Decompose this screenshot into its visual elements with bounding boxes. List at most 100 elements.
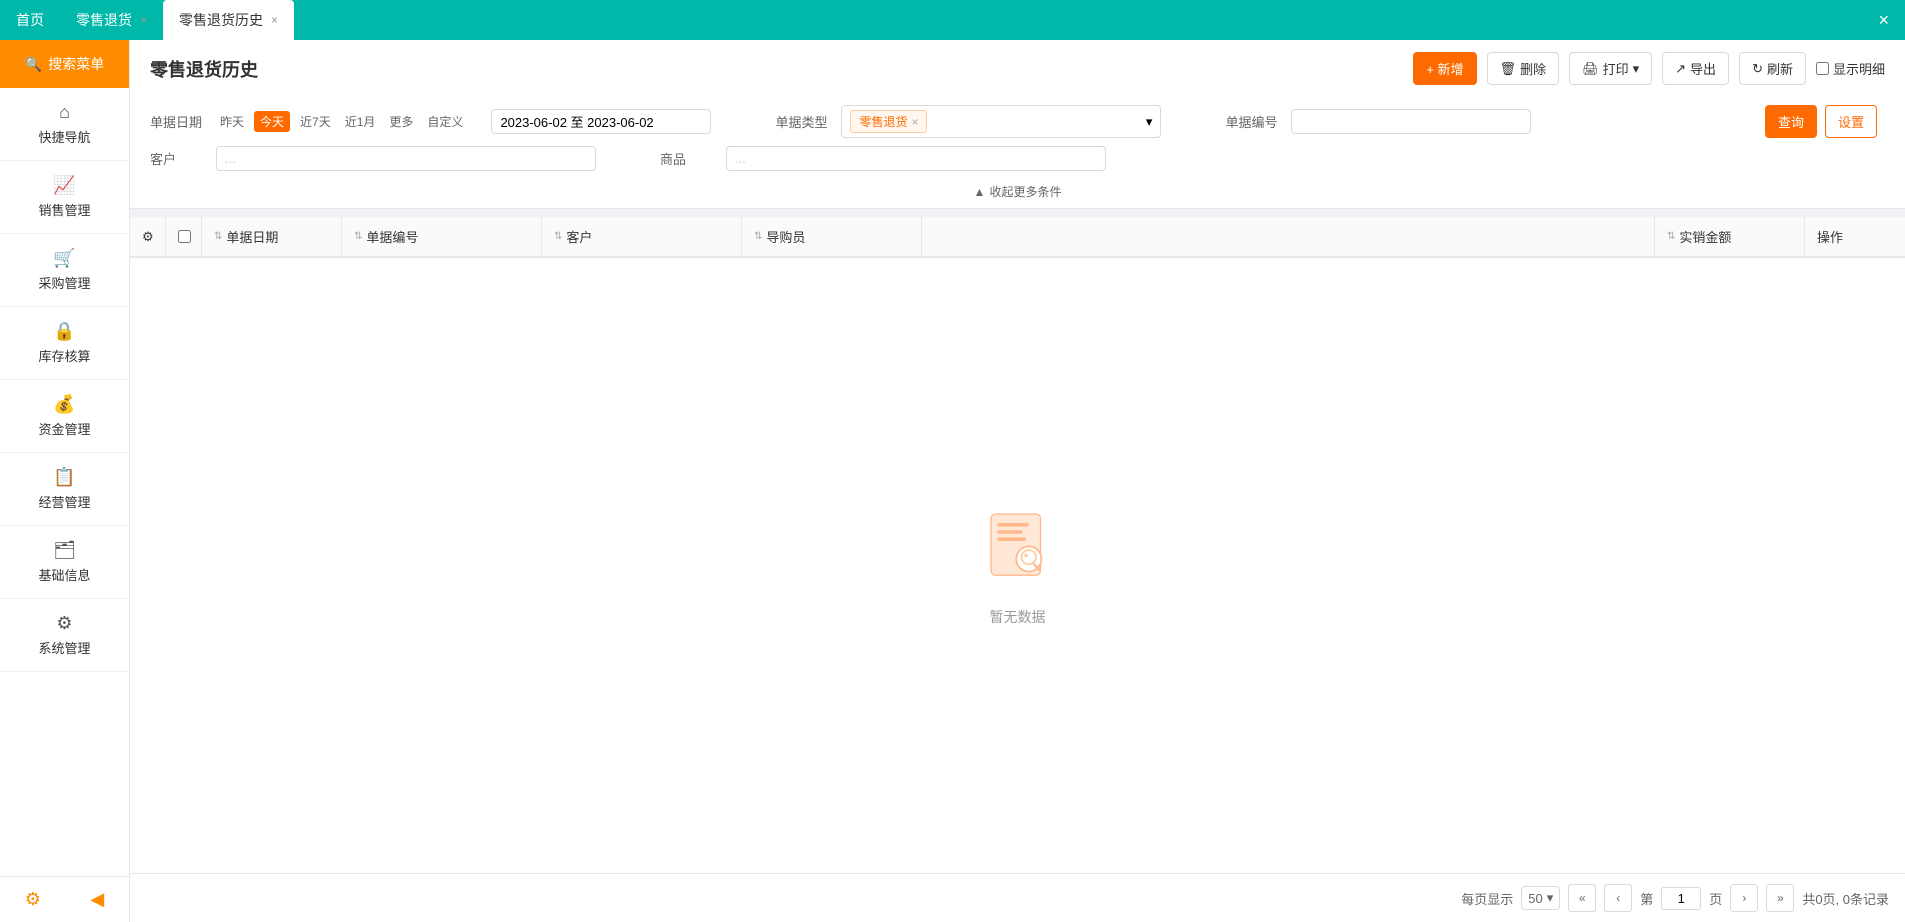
tab-home-label: 首页: [16, 10, 44, 30]
goods-label: 商品: [660, 149, 720, 168]
sidebar-item-operations[interactable]: 📋 经营管理: [0, 453, 129, 526]
collapse-row: ▲ 收起更多条件: [150, 179, 1885, 208]
date-label: 单据日期: [150, 112, 210, 131]
sidebar-item-purchase-mgmt[interactable]: 🛒 采购管理: [0, 234, 129, 307]
date-option-1month[interactable]: 近1月: [341, 111, 380, 132]
table-container: ⚙ ⇅ 单据日期 ⇅ 单据编号 ⇅ 客户 ⇅: [130, 217, 1905, 922]
add-button[interactable]: + 新增: [1413, 52, 1476, 85]
date-option-yesterday[interactable]: 昨天: [216, 111, 248, 132]
th-settings[interactable]: ⚙: [130, 217, 166, 256]
page-size-value: 50: [1528, 891, 1542, 906]
customer-select[interactable]: ...: [216, 146, 596, 171]
th-voucher-no: ⇅ 单据编号: [342, 217, 542, 256]
table-header: ⚙ ⇅ 单据日期 ⇅ 单据编号 ⇅ 客户 ⇅: [130, 217, 1905, 258]
sidebar-item-basic-info[interactable]: 🗂 基础信息: [0, 526, 129, 599]
last-page-button[interactable]: »: [1766, 884, 1794, 912]
refresh-label: 刷新: [1767, 59, 1793, 78]
print-icon: 🖨: [1582, 61, 1599, 77]
refresh-button[interactable]: ↻ 刷新: [1739, 52, 1806, 85]
collapse-sidebar-icon[interactable]: ◀: [90, 889, 104, 910]
sidebar-search-label: 搜索菜单: [48, 54, 104, 74]
sort-date-icon[interactable]: ⇅: [214, 231, 222, 242]
home-icon: ⌂: [59, 102, 70, 123]
th-amount-label: 实销金额: [1679, 227, 1731, 246]
page-actions: + 新增 🗑 删除 🖨 打印 ▾ ↗ 导出 ↻: [1413, 52, 1885, 85]
print-label: 打印: [1603, 59, 1629, 78]
close-tab-retail-return[interactable]: ×: [140, 13, 147, 27]
settings-bottom-icon[interactable]: ⚙: [25, 889, 41, 910]
first-page-button[interactable]: «: [1568, 884, 1596, 912]
type-select-dropdown-icon: ▾: [1146, 114, 1153, 130]
page-size-select[interactable]: 50 ▾: [1521, 886, 1560, 910]
prev-page-button[interactable]: ‹: [1604, 884, 1632, 912]
empty-text: 暂无数据: [990, 607, 1046, 627]
sidebar-item-system-mgmt[interactable]: ⚙ 系统管理: [0, 599, 129, 672]
show-detail-input[interactable]: [1816, 62, 1829, 75]
setting-button[interactable]: 设置: [1825, 105, 1877, 138]
type-tag-remove[interactable]: ×: [911, 115, 918, 129]
main-layout: 🔍 搜索菜单 ⌂ 快捷导航 📈 销售管理 🛒 采购管理 🔒 库存核算 💰 资金管…: [0, 40, 1905, 922]
th-checkbox[interactable]: [166, 217, 202, 256]
sidebar-item-sales-mgmt[interactable]: 📈 销售管理: [0, 161, 129, 234]
export-button[interactable]: ↗ 导出: [1662, 52, 1729, 85]
filter-customer: 客户 ...: [150, 146, 596, 171]
cart-icon: 🛒: [53, 248, 75, 269]
sidebar-item-sales-mgmt-label: 销售管理: [38, 200, 90, 219]
voucher-label: 单据编号: [1225, 112, 1285, 131]
delete-label: 删除: [1520, 59, 1546, 78]
th-guide-label: 导购员: [766, 227, 805, 246]
select-all-checkbox[interactable]: [178, 230, 191, 243]
page-header: 零售退货历史 + 新增 🗑 删除 🖨 打印 ▾ ↗ 导出: [130, 40, 1905, 209]
table-settings-icon[interactable]: ⚙: [142, 229, 154, 245]
sidebar-item-finance[interactable]: 💰 资金管理: [0, 380, 129, 453]
sidebar-item-inventory[interactable]: 🔒 库存核算: [0, 307, 129, 380]
sidebar-search[interactable]: 🔍 搜索菜单: [0, 40, 129, 88]
tab-retail-return[interactable]: 零售退货 ×: [60, 0, 163, 40]
page-title: 零售退货历史: [150, 56, 258, 82]
date-option-today[interactable]: 今天: [254, 111, 290, 132]
date-range-input[interactable]: [491, 109, 711, 134]
goods-select[interactable]: ...: [726, 146, 1106, 171]
tab-home[interactable]: 首页: [0, 0, 60, 40]
date-options: 昨天 今天 近7天 近1月 更多 自定义: [216, 111, 467, 132]
date-option-custom[interactable]: 自定义: [423, 111, 467, 132]
content-area: 零售退货历史 + 新增 🗑 删除 🖨 打印 ▾ ↗ 导出: [130, 40, 1905, 922]
filter-voucher: 单据编号: [1225, 109, 1531, 134]
sort-customer-icon[interactable]: ⇅: [554, 231, 562, 242]
filter-type: 单据类型 零售退货 × ▾: [775, 105, 1161, 138]
sort-voucher-icon[interactable]: ⇅: [354, 231, 362, 242]
delete-button[interactable]: 🗑 删除: [1487, 52, 1560, 85]
date-option-more[interactable]: 更多: [385, 111, 417, 132]
window-close-button[interactable]: ×: [1878, 10, 1905, 31]
filter-row-2: 客户 ... 商品 ...: [150, 146, 1885, 171]
page-label-prefix: 第: [1640, 889, 1653, 908]
page-title-row: 零售退货历史 + 新增 🗑 删除 🖨 打印 ▾ ↗ 导出: [150, 52, 1885, 85]
print-dropdown-icon: ▾: [1633, 61, 1640, 77]
next-page-button[interactable]: ›: [1730, 884, 1758, 912]
sidebar-item-inventory-label: 库存核算: [38, 346, 90, 365]
pagination: 每页显示 50 ▾ « ‹ 第 页 › » 共0页, 0条记录: [130, 873, 1905, 922]
collapse-button[interactable]: ▲ 收起更多条件: [974, 183, 1062, 200]
th-action: 操作: [1805, 217, 1905, 256]
page-number-input[interactable]: [1661, 887, 1701, 910]
th-action-label: 操作: [1817, 227, 1843, 246]
sort-amount-icon[interactable]: ⇅: [1667, 231, 1675, 242]
sidebar-bottom: ⚙ ◀: [0, 876, 129, 922]
date-option-7days[interactable]: 近7天: [296, 111, 335, 132]
sort-guide-icon[interactable]: ⇅: [754, 231, 762, 242]
lock-icon: 🔒: [53, 321, 75, 342]
finance-icon: 💰: [53, 394, 75, 415]
type-select[interactable]: 零售退货 × ▾: [841, 105, 1161, 138]
sidebar-item-quick-nav[interactable]: ⌂ 快捷导航: [0, 88, 129, 161]
refresh-icon: ↻: [1752, 61, 1763, 77]
voucher-input[interactable]: [1291, 109, 1531, 134]
close-tab-retail-return-history[interactable]: ×: [271, 13, 278, 27]
total-label: 共0页, 0条记录: [1802, 889, 1889, 908]
query-button[interactable]: 查询: [1765, 105, 1817, 138]
export-icon: ↗: [1675, 61, 1686, 77]
print-button[interactable]: 🖨 打印 ▾: [1569, 52, 1652, 85]
show-detail-checkbox[interactable]: 显示明细: [1816, 59, 1885, 78]
tab-retail-return-history-label: 零售退货历史: [179, 10, 263, 30]
th-date: ⇅ 单据日期: [202, 217, 342, 256]
tab-retail-return-history[interactable]: 零售退货历史 ×: [163, 0, 294, 40]
